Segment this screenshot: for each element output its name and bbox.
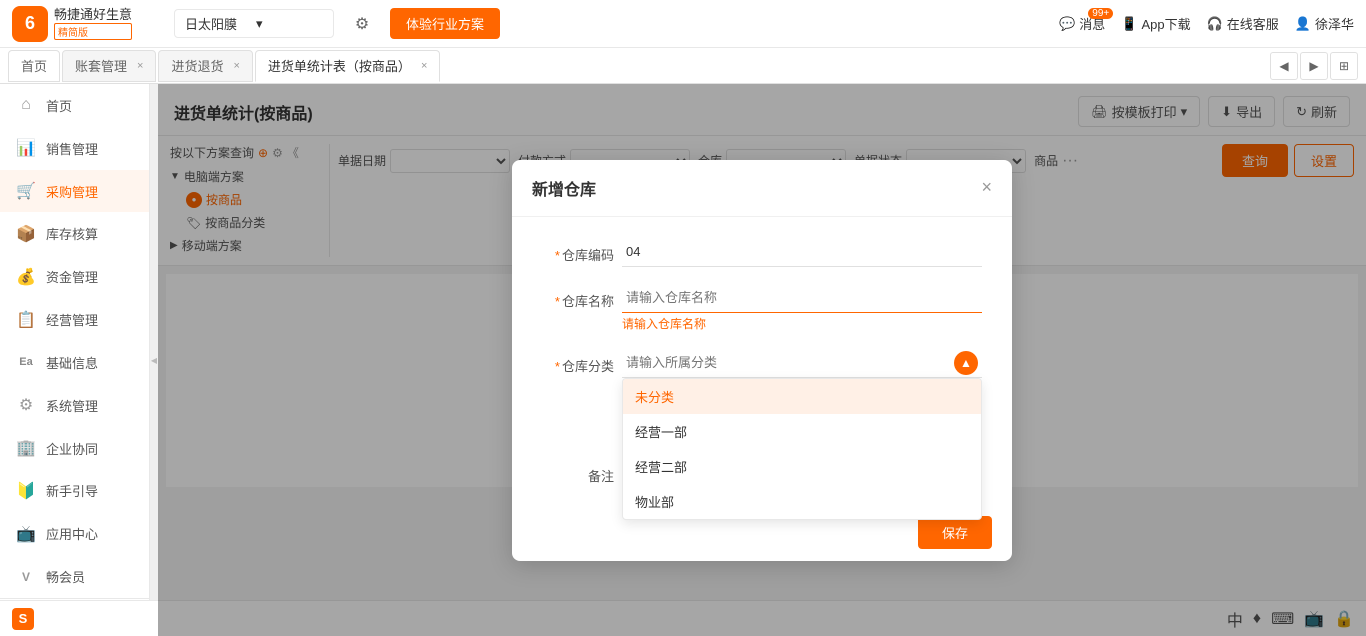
tab-nav-expand[interactable]: ⊞ xyxy=(1330,52,1358,80)
sidebar-item-enterprise[interactable]: 🏢 企业协同 xyxy=(0,427,149,470)
category-dropdown-list: 未分类 经营一部 经营二部 物业部 xyxy=(622,378,982,520)
settings-icon-btn[interactable]: ⚙ xyxy=(346,8,378,40)
logo-area: 6 畅捷通好生意 精简版 xyxy=(12,6,162,42)
tab-home[interactable]: 首页 xyxy=(8,50,60,82)
sidebar-item-sales[interactable]: 📊 销售管理 xyxy=(0,127,149,170)
tab-accounts-close[interactable]: × xyxy=(137,60,143,72)
tab-purchase-return-label: 进货退货 xyxy=(171,56,223,75)
tab-purchase-stat[interactable]: 进货单统计表（按商品） × xyxy=(255,50,440,82)
tab-nav-next[interactable]: ▶ xyxy=(1300,52,1328,80)
tab-purchase-return-close[interactable]: × xyxy=(233,60,239,72)
purchase-icon: 🛒 xyxy=(16,181,36,201)
form-row-name: 仓库名称 请输入仓库名称 xyxy=(542,283,982,332)
main-layout: ⌂ 首页 📊 销售管理 🛒 采购管理 📦 库存核算 💰 资金管理 📋 经营管理 … xyxy=(0,84,1366,636)
new-warehouse-modal: 新增仓库 × 仓库编码 仓库名称 xyxy=(512,160,1012,561)
form-row-code: 仓库编码 xyxy=(542,237,982,267)
dropdown-option-1[interactable]: 经营一部 xyxy=(623,414,981,449)
dropdown-arrow-icon[interactable]: ▲ xyxy=(954,351,978,375)
home-icon: ⌂ xyxy=(16,96,36,114)
finance-icon: 💰 xyxy=(16,267,36,287)
sidebar: ⌂ 首页 📊 销售管理 🛒 采购管理 📦 库存核算 💰 资金管理 📋 经营管理 … xyxy=(0,84,150,636)
online-service-btn[interactable]: 🎧 在线客服 xyxy=(1207,14,1279,33)
sidebar-item-guide[interactable]: 🔰 新手引导 xyxy=(0,469,149,512)
app-download-btn[interactable]: 📱 App下载 xyxy=(1121,14,1190,33)
enterprise-icon: 🏢 xyxy=(16,438,36,458)
code-label: 仓库编码 xyxy=(542,237,622,264)
user-menu-btn[interactable]: 👤 徐泽华 xyxy=(1295,14,1354,33)
system-icon: ⚙ xyxy=(16,395,36,415)
operations-icon: 📋 xyxy=(16,310,36,330)
sidebar-collapse[interactable] xyxy=(150,84,158,636)
modal-overlay: 新增仓库 × 仓库编码 仓库名称 xyxy=(158,84,1366,636)
sidebar-item-system[interactable]: ⚙ 系统管理 xyxy=(0,384,149,427)
message-btn[interactable]: 💬 消息 99+ xyxy=(1059,14,1105,33)
tab-purchase-stat-close[interactable]: × xyxy=(421,60,427,72)
dropdown-option-0[interactable]: 未分类 xyxy=(623,379,981,414)
guide-icon: 🔰 xyxy=(16,481,36,501)
dropdown-option-3[interactable]: 物业部 xyxy=(623,484,981,519)
tab-accounts-label: 账套管理 xyxy=(75,56,127,75)
tab-bar: 首页 账套管理 × 进货退货 × 进货单统计表（按商品） × ◀ ▶ ⊞ xyxy=(0,48,1366,84)
trial-btn[interactable]: 体验行业方案 xyxy=(390,8,500,39)
apps-icon: 📺 xyxy=(16,524,36,544)
notes-label: 备注 xyxy=(542,458,622,485)
modal-header: 新增仓库 × xyxy=(512,160,1012,217)
code-input[interactable] xyxy=(622,237,982,267)
modal-title: 新增仓库 xyxy=(532,176,596,200)
form-row-category: 仓库分类 ▲ 未分类 经营一部 经营二部 物业部 xyxy=(542,348,982,378)
save-btn[interactable]: 保存 xyxy=(918,516,992,549)
sidebar-item-finance[interactable]: 💰 资金管理 xyxy=(0,255,149,298)
tab-accounts[interactable]: 账套管理 × xyxy=(62,50,156,82)
name-label: 仓库名称 xyxy=(542,283,622,310)
bottom-logo: S xyxy=(12,608,34,630)
modal-close-btn[interactable]: × xyxy=(981,177,992,198)
dropdown-option-2[interactable]: 经营二部 xyxy=(623,449,981,484)
tab-purchase-return[interactable]: 进货退货 × xyxy=(158,50,252,82)
top-nav: 6 畅捷通好生意 精简版 日太阳膜 ▾ ⚙ 体验行业方案 💬 消息 99+ 📱 … xyxy=(0,0,1366,48)
sidebar-item-basic[interactable]: Ea 基础信息 xyxy=(0,341,149,384)
app-logo-icon: 6 xyxy=(12,6,48,42)
sales-icon: 📊 xyxy=(16,138,36,158)
tab-nav-prev[interactable]: ◀ xyxy=(1270,52,1298,80)
sidebar-item-inventory[interactable]: 📦 库存核算 xyxy=(0,212,149,255)
sidebar-item-purchase[interactable]: 🛒 采购管理 xyxy=(0,170,149,213)
sidebar-item-home[interactable]: ⌂ 首页 xyxy=(0,84,149,127)
category-label: 仓库分类 xyxy=(542,348,622,375)
name-input[interactable] xyxy=(622,283,982,313)
sidebar-item-operations[interactable]: 📋 经营管理 xyxy=(0,298,149,341)
bottom-s-icon: S xyxy=(12,608,34,630)
basic-icon: Ea xyxy=(16,356,36,368)
category-input[interactable] xyxy=(622,348,982,378)
store-selector[interactable]: 日太阳膜 ▾ xyxy=(174,9,334,38)
username: 徐泽华 xyxy=(1315,14,1354,33)
modal-body: 仓库编码 仓库名称 请输入仓库名称 xyxy=(512,217,1012,488)
name-error-msg: 请输入仓库名称 xyxy=(622,315,982,332)
inventory-icon: 📦 xyxy=(16,224,36,244)
app-badge: 精简版 xyxy=(54,23,132,40)
sidebar-item-member[interactable]: V 畅会员 xyxy=(0,555,149,598)
message-badge: 99+ xyxy=(1088,8,1113,19)
app-name: 畅捷通好生意 xyxy=(54,7,132,23)
member-icon: V xyxy=(16,570,36,584)
sidebar-item-apps[interactable]: 📺 应用中心 xyxy=(0,512,149,555)
content-area: 进货单统计(按商品) 🖨 按模板打印 ▾ ⬇ 导出 ↻ 刷新 xyxy=(158,84,1366,636)
tab-purchase-stat-label: 进货单统计表（按商品） xyxy=(268,56,411,75)
tab-home-label: 首页 xyxy=(21,56,47,75)
